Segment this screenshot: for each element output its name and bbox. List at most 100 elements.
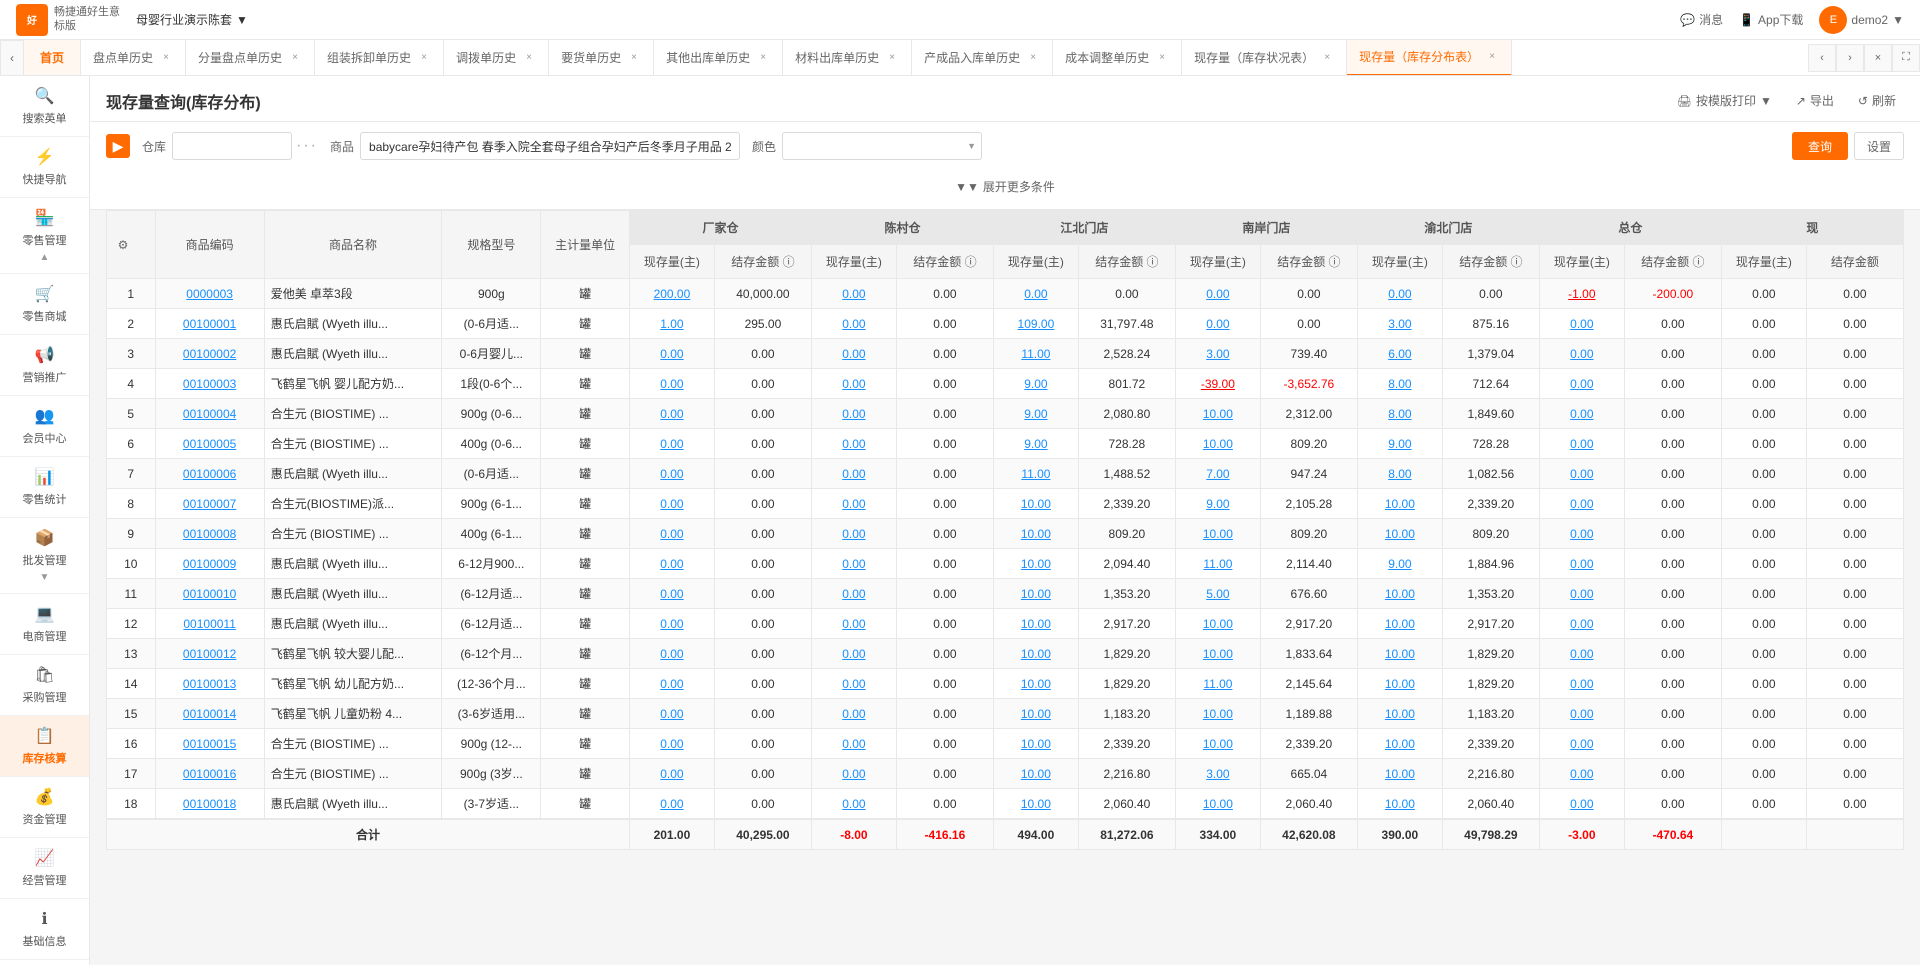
table-cell[interactable]: 10.00 [993,609,1078,639]
table-cell[interactable]: 0.00 [811,639,896,669]
tab-prev-btn[interactable]: ‹ [0,40,24,76]
table-cell[interactable]: 0.00 [811,429,896,459]
table-cell[interactable]: 5.00 [1175,579,1260,609]
tab-close-btn[interactable]: × [417,51,431,65]
table-cell[interactable]: 00100003 [155,369,264,399]
user-menu[interactable]: E demo2 ▼ [1819,6,1904,34]
product-input[interactable] [360,132,740,160]
sidebar-item-wholesale[interactable]: 📦 批发管理 ▼ [0,518,89,594]
table-cell[interactable]: 0.00 [1539,459,1624,489]
table-cell[interactable]: 3.00 [1357,309,1442,339]
table-cell[interactable]: 0.00 [629,459,714,489]
table-cell[interactable]: 00100014 [155,699,264,729]
table-cell[interactable]: 0.00 [1539,699,1624,729]
table-cell[interactable]: 8.00 [1357,459,1442,489]
tab-close-btn[interactable]: × [522,51,536,65]
table-cell[interactable]: 0.00 [629,579,714,609]
sidebar-item-finance[interactable]: 💰 资金管理 [0,777,89,838]
table-cell[interactable]: 0.00 [629,549,714,579]
expand-toggle-btn[interactable]: ▶ [106,134,130,158]
table-cell[interactable]: 0.00 [1539,579,1624,609]
table-cell[interactable]: 109.00 [993,309,1078,339]
table-cell[interactable]: 0.00 [629,489,714,519]
sidebar-item-retail-stats[interactable]: 📊 零售统计 [0,457,89,518]
tab-stock-status[interactable]: 现存量（库存状况表） × [1182,40,1347,76]
table-cell[interactable]: 10.00 [1175,519,1260,549]
table-cell[interactable]: 0000003 [155,279,264,309]
table-cell[interactable]: 10.00 [1175,639,1260,669]
table-cell[interactable]: 0.00 [629,759,714,789]
table-cell[interactable]: 10.00 [1175,399,1260,429]
table-cell[interactable]: 9.00 [993,369,1078,399]
table-cell[interactable]: 00100009 [155,549,264,579]
table-cell[interactable]: 10.00 [1357,579,1442,609]
table-cell[interactable]: 10.00 [1175,609,1260,639]
tab-cost-adjust[interactable]: 成本调整单历史 × [1053,40,1182,76]
table-cell[interactable]: 0.00 [1539,399,1624,429]
sidebar-item-member[interactable]: 👥 会员中心 [0,396,89,457]
table-cell[interactable]: 9.00 [1357,429,1442,459]
table-cell[interactable]: 10.00 [993,669,1078,699]
tab-dist-inventory[interactable]: 分量盘点单历史 × [186,40,315,76]
setting-btn[interactable]: 设置 [1854,132,1904,160]
table-cell[interactable]: 10.00 [1357,699,1442,729]
color-select[interactable] [782,132,982,160]
tab-material-out[interactable]: 材料出库单历史 × [783,40,912,76]
table-cell[interactable]: 00100008 [155,519,264,549]
table-cell[interactable]: 0.00 [811,369,896,399]
tab-close-all-btn[interactable]: × [1864,44,1892,72]
tab-allocation[interactable]: 调拨单历史 × [444,40,549,76]
table-cell[interactable]: 0.00 [811,489,896,519]
table-cell[interactable]: 0.00 [811,309,896,339]
table-cell[interactable]: 0.00 [1539,369,1624,399]
table-cell[interactable]: 10.00 [1175,699,1260,729]
tab-close-btn[interactable]: × [1026,51,1040,65]
table-cell[interactable]: 10.00 [1175,729,1260,759]
table-cell[interactable]: 9.00 [1175,489,1260,519]
table-cell[interactable]: 00100015 [155,729,264,759]
table-cell[interactable]: 10.00 [1357,669,1442,699]
refresh-btn[interactable]: ↺ 刷新 [1850,88,1904,113]
table-cell[interactable]: 6.00 [1357,339,1442,369]
tab-close-btn[interactable]: × [1155,51,1169,65]
table-cell[interactable]: 0.00 [629,639,714,669]
table-cell[interactable]: 0.00 [811,339,896,369]
table-cell[interactable]: 10.00 [993,699,1078,729]
tab-close-btn[interactable]: × [159,51,173,65]
table-cell[interactable]: 10.00 [1175,429,1260,459]
sidebar-item-retail-store[interactable]: 🛒 零售商城 [0,274,89,335]
tab-close-btn[interactable]: × [1485,50,1499,64]
tab-close-btn[interactable]: × [627,51,641,65]
table-cell[interactable]: 10.00 [993,729,1078,759]
table-cell[interactable]: 11.00 [993,459,1078,489]
table-cell[interactable]: 0.00 [629,789,714,820]
table-cell[interactable]: 0.00 [811,459,896,489]
tab-fullscreen-btn[interactable]: ⛶ [1892,44,1920,72]
table-cell[interactable]: 0.00 [1539,549,1624,579]
tab-requisition[interactable]: 要货单历史 × [549,40,654,76]
tab-home[interactable]: 首页 [24,40,81,76]
table-cell[interactable]: 00100005 [155,429,264,459]
table-cell[interactable]: 11.00 [1175,669,1260,699]
table-cell[interactable]: 0.00 [1539,429,1624,459]
table-cell[interactable]: 0.00 [811,579,896,609]
table-cell[interactable]: -1.00 [1539,279,1624,309]
table-cell[interactable]: 0.00 [629,429,714,459]
tab-scroll-right-btn[interactable]: › [1836,44,1864,72]
table-cell[interactable]: 0.00 [811,729,896,759]
table-cell[interactable]: 3.00 [1175,759,1260,789]
table-cell[interactable]: 11.00 [993,339,1078,369]
sidebar-item-purchase[interactable]: 🛍 采购管理 [0,655,89,716]
gear-icon[interactable]: ⚙ [113,235,133,255]
table-cell[interactable]: 10.00 [993,519,1078,549]
table-cell[interactable]: 0.00 [993,279,1078,309]
warehouse-dots-btn[interactable]: ··· [296,137,318,155]
sidebar-item-basic-info[interactable]: ℹ 基础信息 [0,899,89,960]
tab-close-btn[interactable]: × [1320,51,1334,65]
table-cell[interactable]: 00100007 [155,489,264,519]
table-cell[interactable]: 00100006 [155,459,264,489]
table-cell[interactable]: 0.00 [1539,789,1624,820]
sidebar-item-system[interactable]: ⚙ 系统管理 [0,960,89,965]
table-cell[interactable]: 0.00 [1357,279,1442,309]
table-cell[interactable]: 10.00 [993,549,1078,579]
